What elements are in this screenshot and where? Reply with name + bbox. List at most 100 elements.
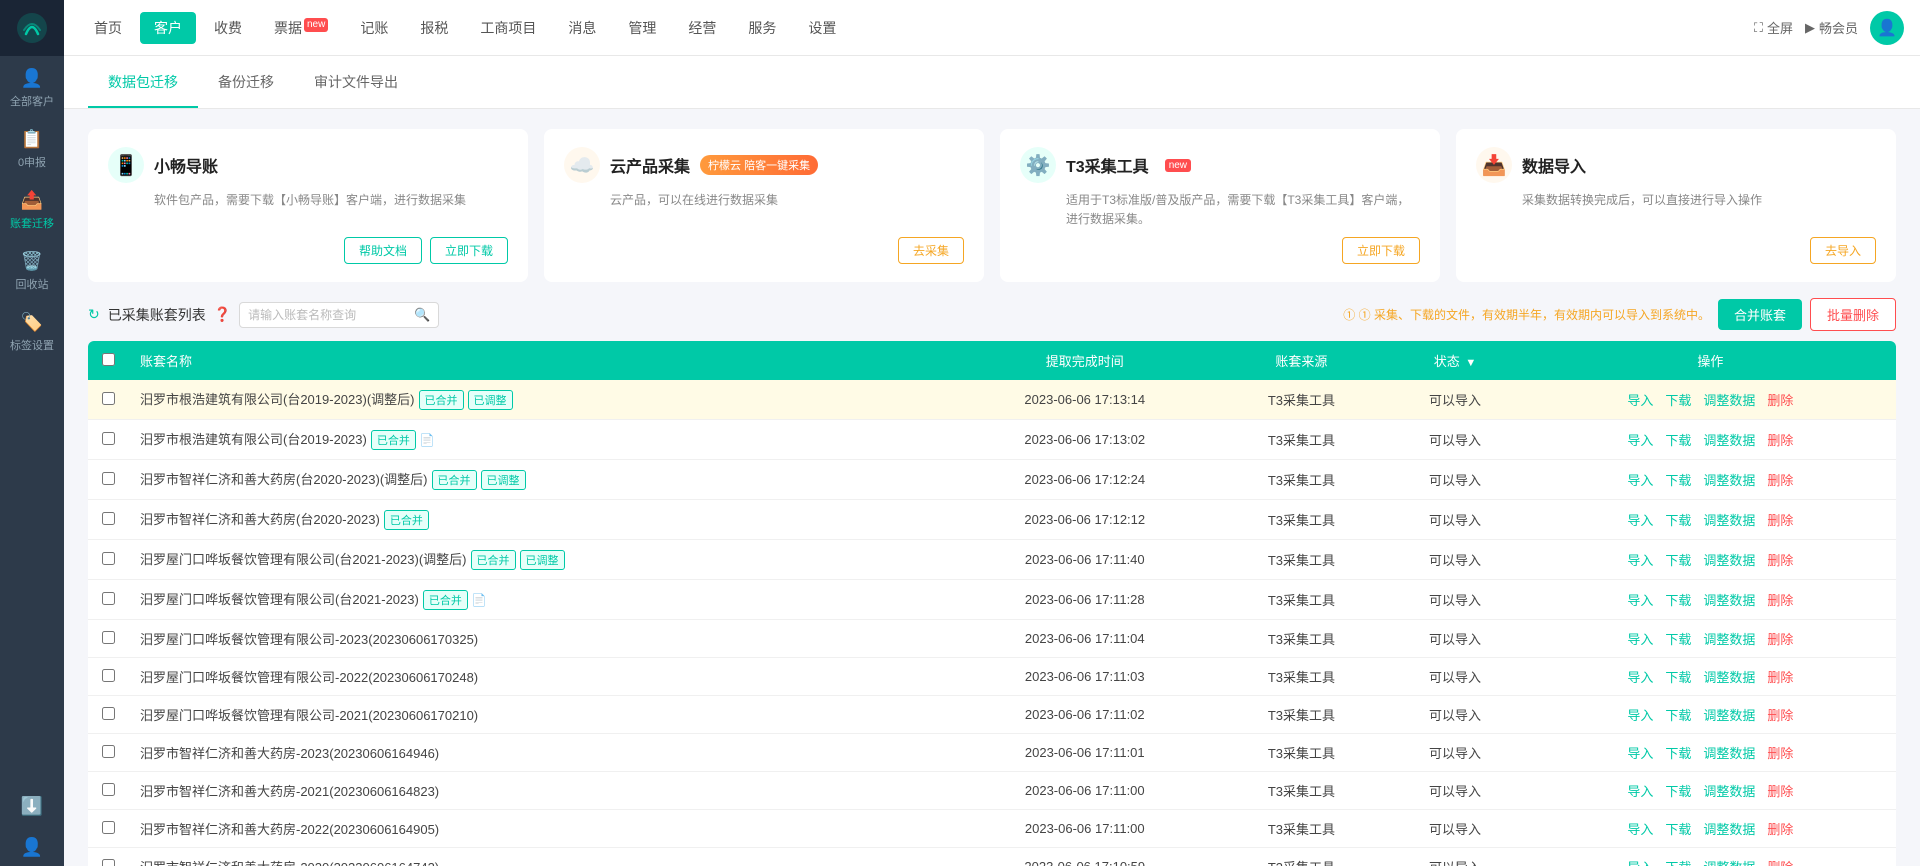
action-调整数据[interactable]: 调整数据	[1697, 708, 1761, 723]
merge-btn[interactable]: 合并账套	[1718, 299, 1802, 330]
action-导入[interactable]: 导入	[1621, 393, 1659, 408]
select-all-checkbox[interactable]	[102, 353, 115, 366]
row-checkbox[interactable]	[102, 707, 115, 720]
action-下载[interactable]: 下载	[1659, 433, 1697, 448]
row-checkbox[interactable]	[102, 512, 115, 525]
fullscreen-btn[interactable]: ⛶ 全屏	[1754, 18, 1793, 37]
search-input[interactable]	[248, 308, 408, 322]
nav-bookkeeping[interactable]: 记账	[346, 12, 402, 44]
search-icon[interactable]: 🔍	[414, 307, 430, 323]
action-调整数据[interactable]: 调整数据	[1697, 593, 1761, 608]
sidebar-item-profile[interactable]: 👤	[21, 825, 43, 866]
nav-business[interactable]: 工商项目	[466, 12, 550, 44]
action-下载[interactable]: 下载	[1659, 860, 1697, 866]
action-下载[interactable]: 下载	[1659, 746, 1697, 761]
member-btn[interactable]: ▶ 畅会员	[1805, 18, 1858, 37]
tab-audit-export[interactable]: 审计文件导出	[294, 56, 418, 108]
row-checkbox[interactable]	[102, 392, 115, 405]
action-下载[interactable]: 下载	[1659, 593, 1697, 608]
action-删除[interactable]: 删除	[1761, 593, 1799, 608]
sidebar-item-tag-settings[interactable]: 🏷️ 标签设置	[0, 300, 64, 361]
nav-invoices[interactable]: 票据new	[260, 12, 342, 44]
action-下载[interactable]: 下载	[1659, 513, 1697, 528]
action-下载[interactable]: 下载	[1659, 473, 1697, 488]
row-checkbox[interactable]	[102, 631, 115, 644]
action-调整数据[interactable]: 调整数据	[1697, 513, 1761, 528]
action-删除[interactable]: 删除	[1761, 513, 1799, 528]
action-删除[interactable]: 删除	[1761, 708, 1799, 723]
nav-management[interactable]: 管理	[614, 12, 670, 44]
sidebar-item-zero-report[interactable]: 📋 0申报	[0, 117, 64, 178]
row-checkbox[interactable]	[102, 432, 115, 445]
row-checkbox[interactable]	[102, 859, 115, 866]
action-导入[interactable]: 导入	[1621, 632, 1659, 647]
nav-home[interactable]: 首页	[80, 12, 136, 44]
action-删除[interactable]: 删除	[1761, 393, 1799, 408]
action-删除[interactable]: 删除	[1761, 632, 1799, 647]
row-checkbox[interactable]	[102, 552, 115, 565]
nav-tax[interactable]: 报税	[406, 12, 462, 44]
nav-services[interactable]: 服务	[734, 12, 790, 44]
row-checkbox[interactable]	[102, 783, 115, 796]
batch-delete-btn[interactable]: 批量删除	[1810, 298, 1896, 331]
action-导入[interactable]: 导入	[1621, 433, 1659, 448]
action-导入[interactable]: 导入	[1621, 708, 1659, 723]
row-checkbox[interactable]	[102, 669, 115, 682]
avatar[interactable]: 👤	[1870, 11, 1904, 45]
action-删除[interactable]: 删除	[1761, 473, 1799, 488]
nav-fees[interactable]: 收费	[200, 12, 256, 44]
action-调整数据[interactable]: 调整数据	[1697, 822, 1761, 837]
file-icon[interactable]: 📄	[472, 593, 487, 607]
action-导入[interactable]: 导入	[1621, 553, 1659, 568]
action-删除[interactable]: 删除	[1761, 553, 1799, 568]
nav-messages[interactable]: 消息	[554, 12, 610, 44]
tab-data-migration[interactable]: 数据包迁移	[88, 56, 198, 108]
action-下载[interactable]: 下载	[1659, 708, 1697, 723]
action-调整数据[interactable]: 调整数据	[1697, 553, 1761, 568]
action-调整数据[interactable]: 调整数据	[1697, 433, 1761, 448]
file-icon[interactable]: 📄	[420, 433, 435, 447]
go-collect-btn[interactable]: 去采集	[898, 237, 964, 264]
action-调整数据[interactable]: 调整数据	[1697, 784, 1761, 799]
action-调整数据[interactable]: 调整数据	[1697, 632, 1761, 647]
action-下载[interactable]: 下载	[1659, 553, 1697, 568]
action-下载[interactable]: 下载	[1659, 632, 1697, 647]
action-导入[interactable]: 导入	[1621, 746, 1659, 761]
action-删除[interactable]: 删除	[1761, 860, 1799, 866]
action-下载[interactable]: 下载	[1659, 670, 1697, 685]
download-now-btn[interactable]: 立即下载	[430, 237, 508, 264]
action-下载[interactable]: 下载	[1659, 822, 1697, 837]
action-导入[interactable]: 导入	[1621, 670, 1659, 685]
sidebar-item-recycle[interactable]: 🗑️ 回收站	[0, 239, 64, 300]
action-删除[interactable]: 删除	[1761, 433, 1799, 448]
action-删除[interactable]: 删除	[1761, 746, 1799, 761]
row-checkbox[interactable]	[102, 472, 115, 485]
action-导入[interactable]: 导入	[1621, 473, 1659, 488]
help-icon[interactable]: ❓	[214, 306, 231, 323]
nav-settings[interactable]: 设置	[794, 12, 850, 44]
action-导入[interactable]: 导入	[1621, 513, 1659, 528]
tab-backup-migration[interactable]: 备份迁移	[198, 56, 294, 108]
row-checkbox[interactable]	[102, 745, 115, 758]
action-调整数据[interactable]: 调整数据	[1697, 393, 1761, 408]
action-调整数据[interactable]: 调整数据	[1697, 746, 1761, 761]
action-删除[interactable]: 删除	[1761, 822, 1799, 837]
action-下载[interactable]: 下载	[1659, 784, 1697, 799]
action-导入[interactable]: 导入	[1621, 593, 1659, 608]
sidebar-item-account-migration[interactable]: 📤 账套迁移	[0, 178, 64, 239]
row-checkbox[interactable]	[102, 592, 115, 605]
go-import-btn[interactable]: 去导入	[1810, 237, 1876, 264]
row-checkbox[interactable]	[102, 821, 115, 834]
action-导入[interactable]: 导入	[1621, 860, 1659, 866]
sidebar-item-all-clients[interactable]: 👤 全部客户	[0, 56, 64, 117]
download-t3-btn[interactable]: 立即下载	[1342, 237, 1420, 264]
sidebar-item-download[interactable]: ⬇️	[21, 784, 43, 825]
nav-operations[interactable]: 经营	[674, 12, 730, 44]
action-调整数据[interactable]: 调整数据	[1697, 860, 1761, 866]
nav-clients[interactable]: 客户	[140, 12, 196, 44]
refresh-icon[interactable]: ↻	[88, 306, 100, 323]
action-导入[interactable]: 导入	[1621, 822, 1659, 837]
help-doc-btn[interactable]: 帮助文档	[344, 237, 422, 264]
filter-icon[interactable]: ▼	[1465, 357, 1476, 369]
action-导入[interactable]: 导入	[1621, 784, 1659, 799]
